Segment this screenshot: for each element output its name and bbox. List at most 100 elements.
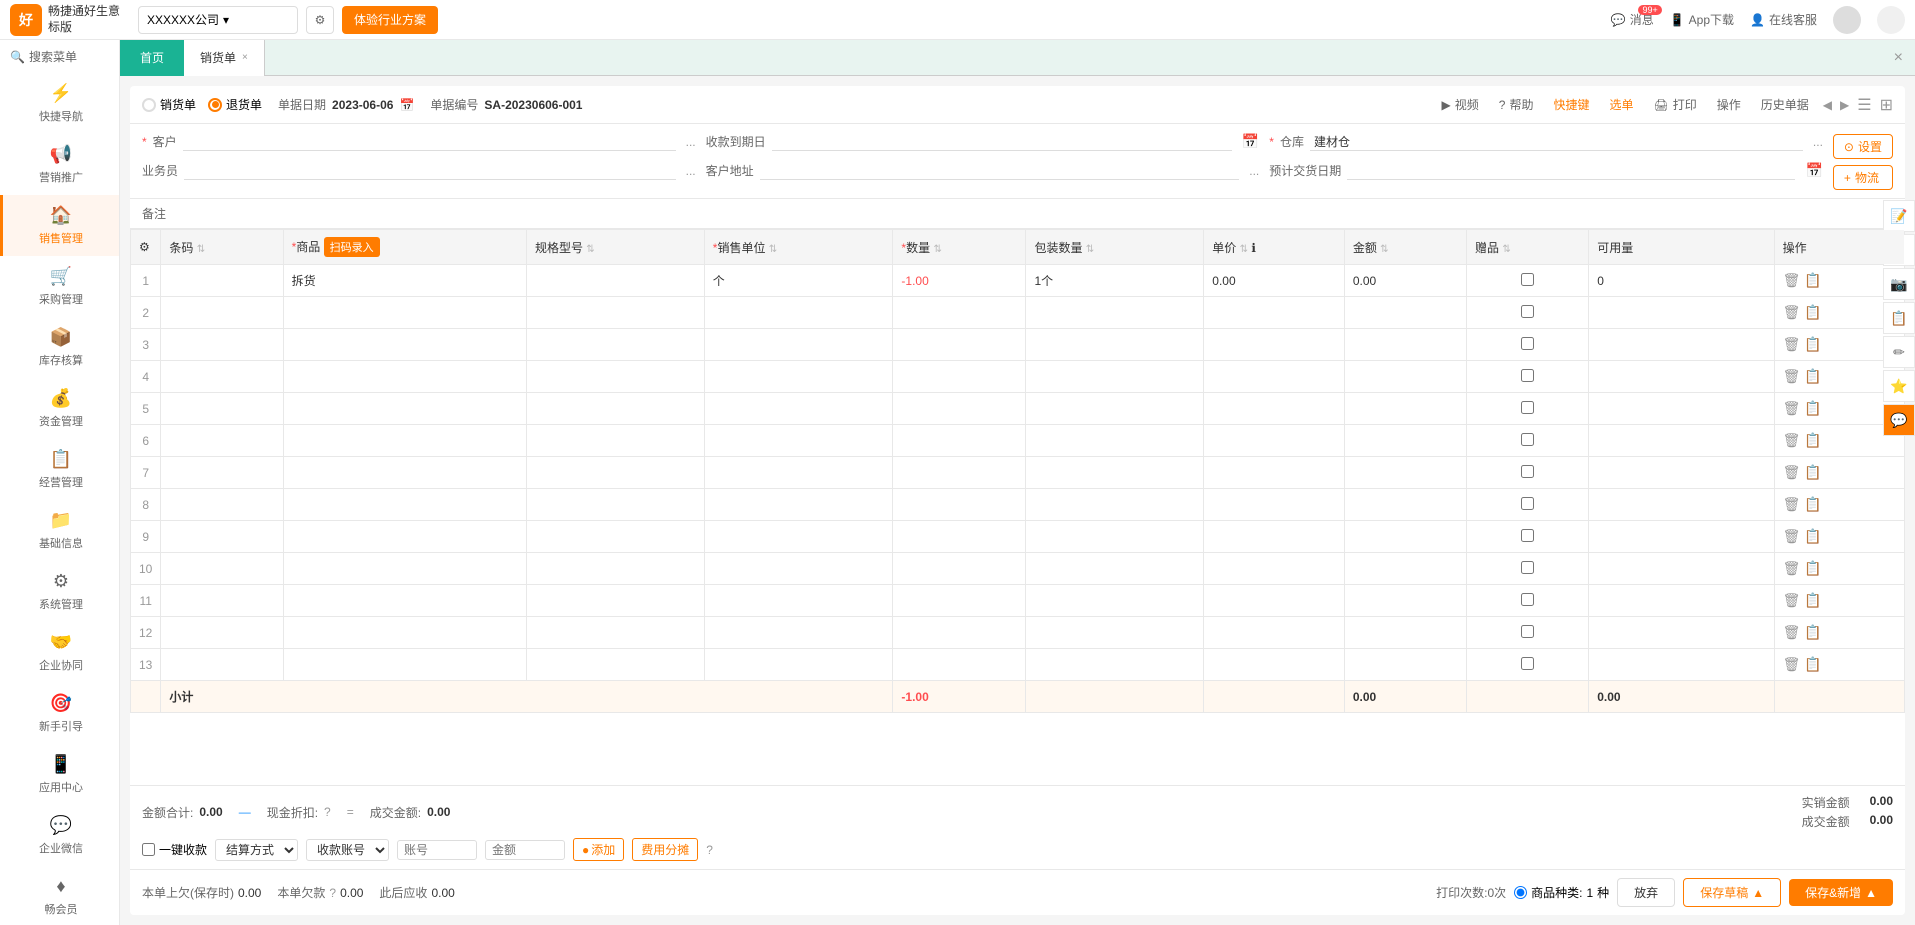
warehouse-input[interactable] [1310, 132, 1803, 151]
app-download-button[interactable]: 📱 App下载 [1670, 11, 1734, 28]
view-grid[interactable]: ⊞ [1880, 95, 1893, 115]
sidebar-item-finance[interactable]: 💰 资金管理 [0, 378, 119, 439]
help-btn[interactable]: ? 帮助 [1493, 94, 1540, 115]
tab-sales-order[interactable]: 销货单 × [184, 40, 265, 76]
shortcut-btn[interactable]: 快捷键 [1547, 94, 1595, 115]
copy-btn[interactable]: 📋 [1804, 400, 1821, 417]
logistics-button[interactable]: + 物流 [1833, 165, 1893, 190]
payment-checkbox-input[interactable] [142, 843, 155, 856]
copy-btn[interactable]: 📋 [1804, 560, 1821, 577]
help-icon[interactable]: ? [324, 805, 331, 819]
nav-next[interactable]: ▶ [1840, 98, 1849, 112]
copy-btn[interactable]: 📋 [1804, 592, 1821, 609]
add-payment-button[interactable]: ● 添加 [573, 838, 624, 861]
copy-btn[interactable]: 📋 [1804, 656, 1821, 673]
float-star-btn[interactable]: ⭐ [1883, 370, 1915, 402]
sidebar-item-marketing[interactable]: 📢 营销推广 [0, 134, 119, 195]
customer-dots[interactable]: ... [686, 135, 696, 149]
avatar[interactable] [1833, 6, 1861, 34]
delete-btn[interactable]: 🗑 [1783, 656, 1801, 673]
sidebar-item-guide[interactable]: 🎯 新手引导 [0, 683, 119, 744]
copy-btn[interactable]: 📋 [1804, 336, 1821, 353]
delete-btn[interactable]: 🗑 [1783, 624, 1801, 641]
remarks-input[interactable] [174, 207, 1893, 221]
radio-return[interactable]: 退货单 [208, 96, 262, 113]
product-cell[interactable]: 拆货 [283, 265, 526, 297]
message-button[interactable]: 💬 消息 99+ [1611, 11, 1654, 28]
nav-prev[interactable]: ◀ [1823, 98, 1832, 112]
delete-btn[interactable]: 🗑 [1783, 400, 1801, 417]
delete-btn[interactable]: 🗑 [1783, 272, 1801, 289]
history-btn[interactable]: 历史单据 [1755, 94, 1815, 115]
scan-button[interactable]: 扫码录入 [324, 237, 380, 257]
tab-close-all[interactable]: × [1882, 49, 1915, 67]
pkg-qty-cell[interactable]: 1个 [1026, 265, 1204, 297]
delete-btn[interactable]: 🗑 [1783, 464, 1801, 481]
view-list[interactable]: ☰ [1857, 95, 1871, 115]
customer-addr-input[interactable] [760, 161, 1240, 180]
copy-btn[interactable]: 📋 [1804, 368, 1821, 385]
copy-btn[interactable]: 📋 [1804, 464, 1821, 481]
unit-price-cell[interactable]: 0.00 [1204, 265, 1345, 297]
tab-close-icon[interactable]: × [242, 52, 248, 63]
fee-help-icon[interactable]: ? [706, 843, 713, 857]
float-clipboard-btn[interactable]: 📋 [1883, 302, 1915, 334]
salesperson-dots[interactable]: ... [686, 164, 696, 178]
copy-btn[interactable]: 📋 [1804, 272, 1821, 289]
qty-cell[interactable]: -1.00 [893, 265, 1026, 297]
float-notes-btn[interactable]: 📝 [1883, 200, 1915, 232]
delete-btn[interactable]: 🗑 [1783, 336, 1801, 353]
tab-home[interactable]: 首页 [120, 40, 184, 76]
settings-button[interactable]: ⊙ 设置 [1833, 134, 1893, 159]
sidebar-item-sales[interactable]: 🏠 销售管理 [0, 195, 119, 256]
sidebar-item-member[interactable]: ♦ 畅会员 [0, 866, 119, 925]
customer-input[interactable] [183, 132, 676, 151]
sidebar-item-appstore[interactable]: 📱 应用中心 [0, 744, 119, 805]
account-number-input[interactable] [397, 840, 477, 860]
delete-btn[interactable]: 🗑 [1783, 304, 1801, 321]
float-message-btn[interactable]: 💬 [1883, 404, 1915, 436]
copy-btn[interactable]: 📋 [1804, 496, 1821, 513]
float-edit-btn[interactable]: ✏ [1883, 336, 1915, 368]
sidebar-item-purchase[interactable]: 🛒 采购管理 [0, 256, 119, 317]
one-click-payment-checkbox[interactable]: 一键收款 [142, 841, 207, 858]
copy-btn[interactable]: 📋 [1804, 624, 1821, 641]
settlement-method-select[interactable]: 结算方式 [215, 839, 298, 861]
delete-btn[interactable]: 🗑 [1783, 432, 1801, 449]
product-type-checkbox-label[interactable]: 商品种类: [1514, 884, 1582, 901]
sidebar-item-enterprise[interactable]: 🤝 企业协同 [0, 622, 119, 683]
due-date-input[interactable] [772, 132, 1232, 151]
calendar-icon[interactable]: 📅 [1242, 133, 1259, 150]
calendar-icon[interactable]: 📅 [399, 98, 414, 112]
copy-btn[interactable]: 📋 [1804, 432, 1821, 449]
abandon-button[interactable]: 放弃 [1617, 878, 1675, 907]
fee-split-button[interactable]: 费用分摊 [632, 838, 698, 861]
sidebar-item-inventory[interactable]: 📦 库存核算 [0, 317, 119, 378]
video-btn[interactable]: ▶ 视频 [1436, 94, 1485, 115]
copy-btn[interactable]: 📋 [1804, 304, 1821, 321]
sidebar-item-quick-nav[interactable]: ⚡ 快捷导航 [0, 73, 119, 134]
amount-cell[interactable]: 0.00 [1344, 265, 1466, 297]
account-select[interactable]: 收款账号 [306, 839, 389, 861]
delete-btn[interactable]: 🗑 [1783, 560, 1801, 577]
select-btn[interactable]: 选单 [1603, 94, 1639, 115]
warehouse-dots[interactable]: ... [1813, 135, 1823, 149]
sidebar-item-wechat[interactable]: 💬 企业微信 [0, 805, 119, 866]
amount-input[interactable] [485, 840, 565, 860]
salesperson-input[interactable] [184, 161, 676, 180]
delete-btn[interactable]: 🗑 [1783, 592, 1801, 609]
trial-button[interactable]: 体验行业方案 [342, 6, 438, 34]
sidebar-item-basic[interactable]: 📁 基础信息 [0, 500, 119, 561]
gift-cell[interactable] [1467, 265, 1589, 297]
unit-cell[interactable]: 个 [704, 265, 893, 297]
th-settings[interactable]: ⚙ [131, 230, 161, 265]
delete-btn[interactable]: 🗑 [1783, 528, 1801, 545]
draft-button[interactable]: 保存草稿 ▲ [1683, 878, 1781, 907]
delete-btn[interactable]: 🗑 [1783, 368, 1801, 385]
company-selector[interactable]: XXXXXX公司 ▾ [138, 6, 298, 34]
search-menu[interactable]: 🔍 搜索菜单 [0, 40, 119, 73]
operation-btn[interactable]: 操作 [1711, 94, 1747, 115]
settings-icon[interactable]: ⚙ [306, 6, 334, 34]
sidebar-item-operations[interactable]: 📋 经营管理 [0, 439, 119, 500]
float-camera-btn[interactable]: 📷 [1883, 268, 1915, 300]
